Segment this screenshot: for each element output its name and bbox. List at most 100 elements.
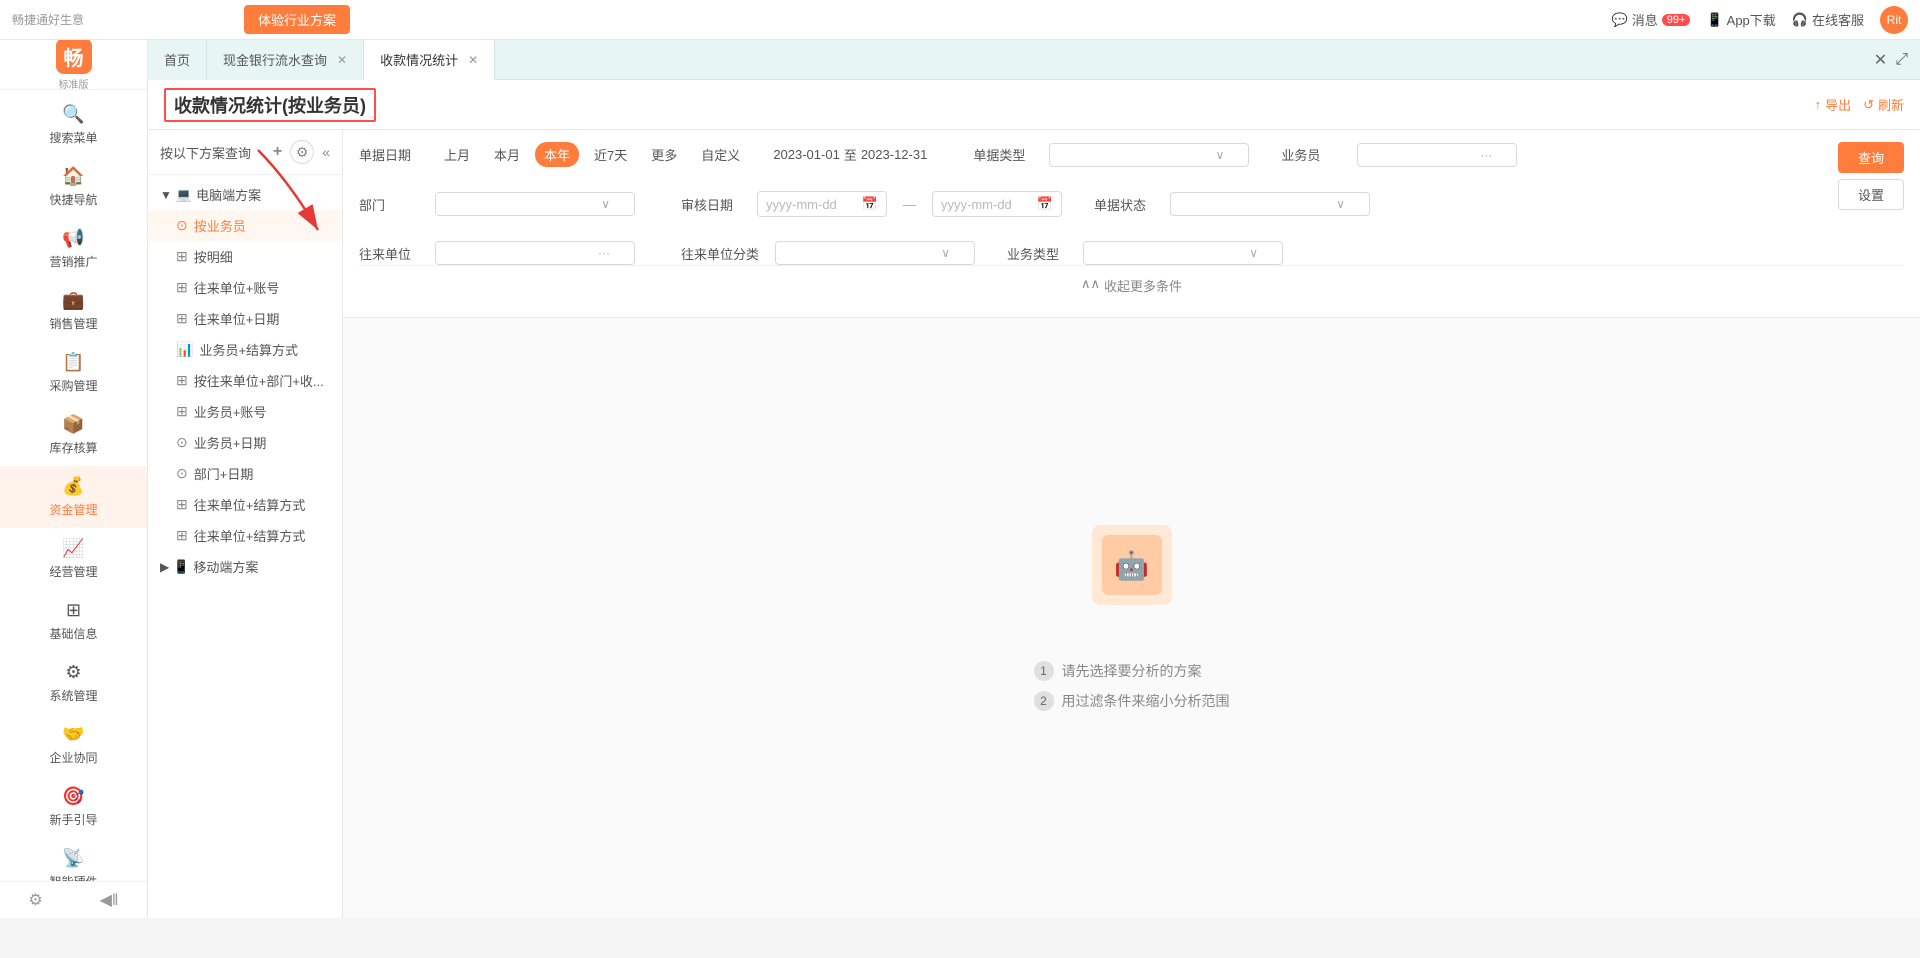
clipboard-icon: 📋: [62, 352, 84, 373]
tab-bank-flow[interactable]: 现金银行流水查询 ✕: [207, 40, 364, 80]
scheme-add-icon[interactable]: +: [273, 143, 282, 161]
step-2-label: 用过滤条件来缩小分析范围: [1062, 691, 1230, 711]
app-download-button[interactable]: 📱 App下载: [1706, 10, 1775, 29]
empty-state-area: 🤖 1 请先选择要分析的方案 2 用过滤条件来缩小分析范围: [343, 318, 1920, 918]
message-icon: 💬: [1612, 12, 1628, 28]
doc-status-label: 单据状态: [1094, 195, 1154, 214]
date-btn-last-month[interactable]: 上月: [435, 142, 479, 167]
tab-bank-flow-label: 现金银行流水查询: [223, 50, 327, 69]
message-button[interactable]: 💬 消息 99+: [1612, 10, 1691, 29]
scheme-item-salesman-date[interactable]: ⊙ 业务员+日期: [148, 427, 342, 458]
sidebar-item-smart-hw[interactable]: 📡 智能硬件: [0, 838, 147, 881]
sidebar-item-finance[interactable]: 💰 资金管理: [0, 466, 147, 528]
scheme-item-by-salesman[interactable]: ⊙ 按业务员: [148, 210, 342, 241]
scheme-item-unit-dept-collect[interactable]: ⊞ 按往来单位+部门+收...: [148, 365, 342, 396]
sidebar-item-purchase[interactable]: 📋 采购管理: [0, 342, 147, 404]
layout: 畅 标准版 🔍 搜索菜单 🏠 快捷导航 📢 营销推广 💼 销售管理: [0, 40, 1920, 918]
scheme-item-salesman-account[interactable]: ⊞ 业务员+账号: [148, 396, 342, 427]
app-download-label: App下载: [1727, 10, 1776, 29]
sidebar-item-system[interactable]: ⚙ 系统管理: [0, 652, 147, 714]
settings-bottom-icon[interactable]: ⚙: [28, 890, 42, 910]
sidebar-item-label: 基础信息: [49, 625, 97, 642]
scheme-item-salesman-settle[interactable]: 📊 业务员+结算方式: [148, 334, 342, 365]
counterpart-select[interactable]: ···: [435, 241, 635, 265]
scheme-collapse-icon[interactable]: «: [322, 144, 330, 160]
sidebar-item-search-menu[interactable]: 🔍 搜索菜单: [0, 94, 147, 156]
content-area: 按以下方案查询 + ⚙ «: [148, 130, 1920, 918]
date-btn-7days[interactable]: 近7天: [585, 142, 636, 167]
search-icon: 🔍: [62, 104, 84, 125]
tab-receipt-stats-close[interactable]: ✕: [468, 53, 478, 67]
setting-button[interactable]: 设置: [1838, 179, 1904, 210]
counterpart-category-select[interactable]: ∨: [775, 241, 975, 265]
home-icon: 🏠: [62, 166, 84, 187]
sidebar-item-sales[interactable]: 💼 销售管理: [0, 280, 147, 342]
calendar-icon-right: 📅: [1037, 196, 1053, 212]
sidebar-item-business[interactable]: 📈 经营管理: [0, 528, 147, 590]
tab-bar-right: ✕ ⤢: [1874, 50, 1920, 70]
filter-row-1: 单据日期 上月 本月 本年 近7天 更多 自定义: [359, 142, 1904, 265]
trial-button[interactable]: 体验行业方案: [244, 5, 350, 34]
salesman-select[interactable]: ···: [1357, 143, 1517, 167]
refresh-button[interactable]: ↺ 刷新: [1863, 95, 1904, 114]
counterpart-more-icon[interactable]: ···: [598, 246, 610, 260]
export-button[interactable]: ↑ 导出: [1815, 95, 1852, 114]
scheme-item-label: 业务员+结算方式: [199, 340, 298, 359]
tab-receipt-stats-label: 收款情况统计: [380, 50, 458, 69]
sidebar-item-corp-coop[interactable]: 🤝 企业协同: [0, 714, 147, 776]
sidebar-item-new-guide[interactable]: 🎯 新手引导: [0, 776, 147, 838]
dept-date-icon: ⊙: [176, 465, 188, 482]
handshake-icon: 🤝: [62, 724, 84, 745]
date-btn-this-month[interactable]: 本月: [485, 142, 529, 167]
scheme-item-unit-settle2[interactable]: ⊞ 往来单位+结算方式: [148, 520, 342, 551]
top-header: 畅捷通好生意 体验行业方案 💬 消息 99+ 📱 App下载 🎧 在线客服 Ri…: [0, 0, 1920, 40]
scheme-item-dept-date[interactable]: ⊙ 部门+日期: [148, 458, 342, 489]
scheme-item-label: 往来单位+结算方式: [194, 495, 306, 514]
tab-close-all-icon[interactable]: ✕: [1874, 50, 1887, 70]
scheme-item-by-detail[interactable]: ⊞ 按明细: [148, 241, 342, 272]
empty-illustration: 🤖: [1072, 525, 1192, 645]
scheme-gear-icon[interactable]: ⚙: [290, 140, 314, 164]
date-btn-this-year[interactable]: 本年: [535, 142, 579, 167]
date-label: 单据日期: [359, 145, 419, 164]
sidebar-item-basic[interactable]: ⊞ 基础信息: [0, 590, 147, 652]
date-btn-more[interactable]: 更多: [642, 142, 686, 167]
tab-home[interactable]: 首页: [148, 40, 207, 80]
scheme-group-mobile[interactable]: ▶ 📱 移动端方案: [148, 551, 342, 582]
pc-group-chevron: ▼: [160, 188, 172, 202]
tab-bank-flow-close[interactable]: ✕: [337, 53, 347, 67]
doc-type-select[interactable]: ∨: [1049, 143, 1249, 167]
tab-bar: 首页 现金银行流水查询 ✕ 收款情况统计 ✕ ✕ ⤢: [148, 40, 1920, 80]
scheme-item-unit-account[interactable]: ⊞ 往来单位+账号: [148, 272, 342, 303]
tab-expand-icon[interactable]: ⤢: [1895, 51, 1908, 69]
date-btn-custom[interactable]: 自定义: [692, 142, 749, 167]
page-title: 收款情况统计(按业务员): [164, 88, 376, 122]
sidebar-item-inventory[interactable]: 📦 库存核算: [0, 404, 147, 466]
sidebar-item-marketing[interactable]: 📢 营销推广: [0, 218, 147, 280]
collapse-label: 收起更多条件: [1104, 276, 1182, 295]
sidebar-item-label: 系统管理: [49, 687, 97, 704]
query-button[interactable]: 查询: [1838, 142, 1904, 173]
audit-date-from-placeholder: yyyy-mm-dd: [766, 197, 837, 212]
sidebar: 畅 标准版 🔍 搜索菜单 🏠 快捷导航 📢 营销推广 💼 销售管理: [0, 40, 148, 918]
audit-date-from[interactable]: yyyy-mm-dd 📅: [757, 191, 887, 217]
scheme-item-unit-settle1[interactable]: ⊞ 往来单位+结算方式: [148, 489, 342, 520]
collapse-filter-row[interactable]: ∧∧ 收起更多条件: [359, 265, 1904, 305]
doc-status-select[interactable]: ∨: [1170, 192, 1370, 216]
calendar-icon-left: 📅: [862, 196, 878, 212]
biz-type-select[interactable]: ∨: [1083, 241, 1283, 265]
scheme-group-pc[interactable]: ▼ 💻 电脑端方案: [148, 179, 342, 210]
salesman-more-icon[interactable]: ···: [1480, 148, 1492, 162]
sidebar-item-label: 智能硬件: [49, 873, 97, 881]
sidebar-item-quick-nav[interactable]: 🏠 快捷导航: [0, 156, 147, 218]
dept-select[interactable]: ∨: [435, 192, 635, 216]
online-service-button[interactable]: 🎧 在线客服: [1792, 10, 1864, 29]
scheme-item-unit-date[interactable]: ⊞ 往来单位+日期: [148, 303, 342, 334]
user-avatar[interactable]: Rit: [1880, 6, 1908, 34]
audit-date-to[interactable]: yyyy-mm-dd 📅: [932, 191, 1062, 217]
tab-receipt-stats[interactable]: 收款情况统计 ✕: [364, 40, 495, 80]
collapse-sidebar-icon[interactable]: ◀‖: [100, 890, 119, 910]
sidebar-item-label: 新手引导: [49, 811, 97, 828]
filter-date-row: 单据日期 上月 本月 本年 近7天 更多 自定义: [359, 142, 1822, 167]
robot-face-icon: 🤖: [1102, 535, 1162, 595]
